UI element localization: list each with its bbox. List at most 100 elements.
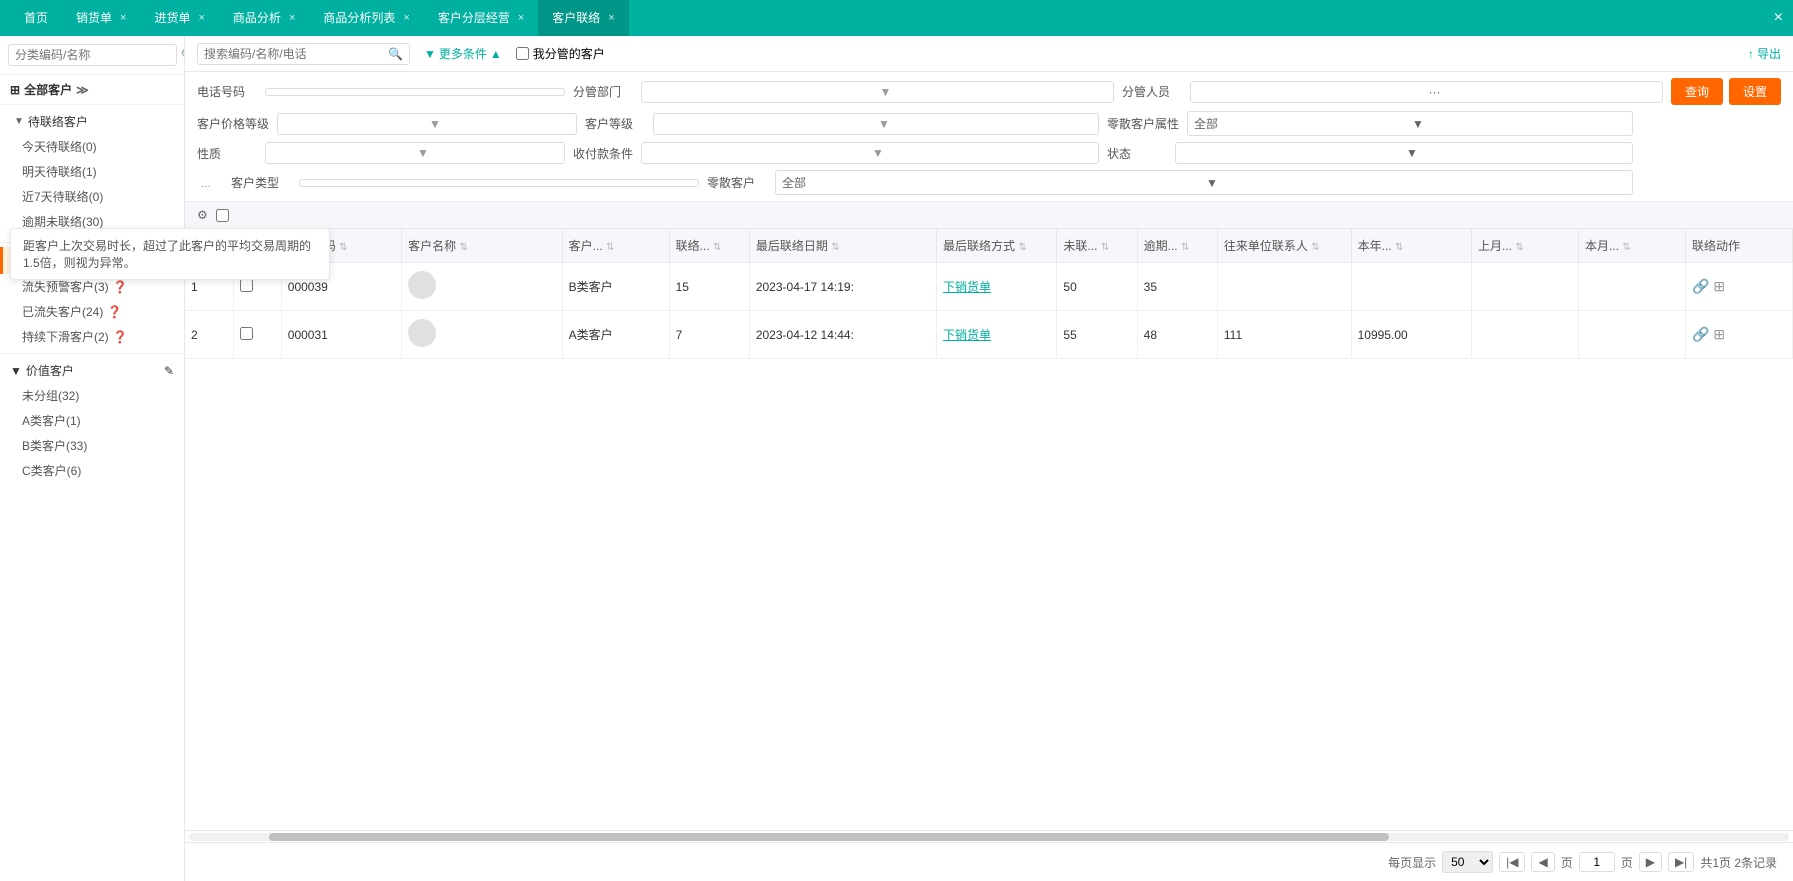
status-label: 状态 [1107, 145, 1167, 162]
sidebar-group-value[interactable]: ▼ 价值客户 ✎ [0, 358, 184, 383]
nav-customer-contact[interactable]: 客户联络 × [538, 0, 628, 36]
filter-icon: ▼ [424, 47, 436, 61]
sidebar-all-customers[interactable]: ⊞ 全部客户 ≫ [0, 75, 184, 105]
nav-close-purchase[interactable]: × [198, 0, 204, 36]
sidebar-item-tomorrow[interactable]: 明天待联络(1) [0, 159, 184, 184]
filter-more-conditions[interactable]: ▼ 更多条件 ▲ [418, 42, 508, 65]
sidebar-item-churned[interactable]: 已流失客户(24) ❓ [0, 299, 184, 324]
manager-label: 分管人员 [1122, 83, 1182, 100]
manager-dots[interactable]: ··· [1424, 85, 1656, 99]
my-customers-checkbox[interactable] [516, 47, 529, 60]
page-num-input[interactable] [1579, 852, 1615, 872]
table-header-row: 客户编码 ⇅ 客户名称 ⇅ 客户... ⇅ 联络... [185, 229, 1793, 263]
gender-field[interactable]: ▼ [265, 142, 565, 164]
col-overdue[interactable]: 逾期... ⇅ [1137, 229, 1217, 263]
row2-link-icon[interactable]: 🔗 [1692, 326, 1709, 343]
page-last-btn[interactable]: ▶| [1668, 852, 1694, 872]
dept-field[interactable]: ▼ [641, 81, 1114, 103]
filter-export[interactable]: ↑ 导出 [1748, 45, 1781, 62]
row1-last-month [1471, 263, 1578, 311]
filter-search-icon[interactable]: 🔍 [388, 47, 403, 61]
page-first-btn[interactable]: |◀ [1499, 852, 1525, 872]
price-grade-field[interactable]: ▼ [277, 113, 577, 135]
row1-date: 2023-04-17 14:19: [749, 263, 936, 311]
col-last-month[interactable]: 上月... ⇅ [1471, 229, 1578, 263]
col-not-contact[interactable]: 未联... ⇅ [1057, 229, 1137, 263]
dept-arrow: ▼ [880, 85, 1108, 99]
manager-field[interactable]: ··· [1190, 81, 1663, 103]
edit-icon[interactable]: ✎ [164, 364, 174, 378]
nav-close-product-analysis[interactable]: × [289, 0, 295, 36]
customer-grade-field[interactable]: ▼ [653, 113, 1099, 135]
nav-close-sales[interactable]: × [120, 0, 126, 36]
nav-home[interactable]: 首页 [10, 0, 62, 36]
row2-checkbox[interactable] [240, 327, 253, 340]
sidebar-item-unclassified[interactable]: 未分组(32) [0, 383, 184, 408]
table-toolbar: ⚙ [185, 202, 1793, 229]
row1-not-contact: 50 [1057, 263, 1137, 311]
page-prev-btn[interactable]: ◀ [1531, 852, 1554, 872]
customer-type-field[interactable] [299, 179, 699, 187]
nav-close-contact[interactable]: × [608, 0, 614, 36]
sort-icon-name: ⇅ [460, 242, 468, 253]
col-customer-type[interactable]: 客户... ⇅ [562, 229, 669, 263]
sidebar-item-c-class[interactable]: C类客户(6) [0, 458, 184, 483]
sidebar-item-7days[interactable]: 近7天待联络(0) [0, 184, 184, 209]
sidebar-collapse-icon[interactable]: ≫ [76, 83, 89, 97]
sidebar-item-a-class[interactable]: A类客户(1) [0, 408, 184, 433]
filter-search-input[interactable] [204, 47, 384, 61]
col-this-year[interactable]: 本年... ⇅ [1351, 229, 1471, 263]
nav-product-analysis-list[interactable]: 商品分析列表 × [309, 0, 423, 36]
nav-window-close[interactable]: × [1774, 9, 1783, 27]
retail2-select[interactable]: 全部 ▼ [775, 170, 1633, 195]
row2-this-month [1578, 311, 1685, 359]
sidebar-item-today[interactable]: 今天待联络(0) [0, 134, 184, 159]
retail-attr-select[interactable]: 全部 ▼ [1187, 111, 1633, 136]
row1-method[interactable]: 下销货单 [937, 263, 1057, 311]
col-contact-count[interactable]: 联络... ⇅ [669, 229, 749, 263]
h-scrollbar-thumb[interactable] [269, 833, 1389, 841]
row2-grid-icon[interactable]: ⊞ [1713, 326, 1725, 343]
phone-label: 电话号码 [197, 83, 257, 100]
extra-dots[interactable]: ... [197, 176, 215, 190]
sidebar-group-title-pending[interactable]: ▼ 待联络客户 [0, 109, 184, 134]
row1-unit-contact [1217, 263, 1351, 311]
nav-customer-segmentation[interactable]: 客户分层经营 × [424, 0, 538, 36]
row1-checkbox[interactable] [240, 279, 253, 292]
col-unit-contact[interactable]: 往来单位联系人 ⇅ [1217, 229, 1351, 263]
table-gear-icon[interactable]: ⚙ [197, 208, 208, 222]
sidebar-item-b-class[interactable]: B类客户(33) [0, 433, 184, 458]
nav-product-analysis[interactable]: 商品分析 × [219, 0, 309, 36]
select-all-checkbox[interactable] [216, 209, 229, 222]
nav-sales-order[interactable]: 销货单 × [62, 0, 140, 36]
sidebar-search-input[interactable] [8, 44, 177, 66]
sidebar-item-declining[interactable]: 持续下滑客户(2) ❓ [0, 324, 184, 349]
query-button[interactable]: 查询 [1671, 78, 1723, 105]
row1-grid-icon[interactable]: ⊞ [1713, 278, 1725, 295]
retail2-label: 零散客户 [707, 174, 767, 191]
row2-method[interactable]: 下销货单 [937, 311, 1057, 359]
page-next-btn[interactable]: ▶ [1639, 852, 1662, 872]
col-last-date[interactable]: 最后联络日期 ⇅ [749, 229, 936, 263]
ext-filter-row-2: 客户价格等级 ▼ 客户等级 ▼ 零散客户属性 全部 ▼ [197, 111, 1781, 136]
per-page-select[interactable]: 50 100 200 [1442, 851, 1493, 873]
sidebar-divider-2 [0, 353, 184, 354]
filter-my-customers[interactable]: 我分管的客户 [516, 45, 605, 62]
phone-field[interactable] [265, 88, 565, 96]
ext-filter-row-3: 性质 ▼ 收付款条件 ▼ 状态 ▼ [197, 142, 1781, 164]
nav-purchase[interactable]: 进货单 × [140, 0, 218, 36]
settings-button[interactable]: 设置 [1729, 78, 1781, 105]
nav-close-segmentation[interactable]: × [518, 0, 524, 36]
payment-field[interactable]: ▼ [641, 142, 1099, 164]
status-select[interactable]: ▼ [1175, 142, 1633, 164]
row1-this-month [1578, 263, 1685, 311]
h-scrollbar-track [189, 833, 1789, 841]
grid-icon: ⊞ [10, 83, 20, 97]
col-customer-name[interactable]: 客户名称 ⇅ [402, 229, 562, 263]
page-word: 页 [1561, 854, 1573, 871]
col-this-month[interactable]: 本月... ⇅ [1578, 229, 1685, 263]
filter-search-box: 🔍 [197, 43, 410, 65]
nav-close-product-list[interactable]: × [403, 0, 409, 36]
col-last-method[interactable]: 最后联络方式 ⇅ [937, 229, 1057, 263]
row1-link-icon[interactable]: 🔗 [1692, 278, 1709, 295]
